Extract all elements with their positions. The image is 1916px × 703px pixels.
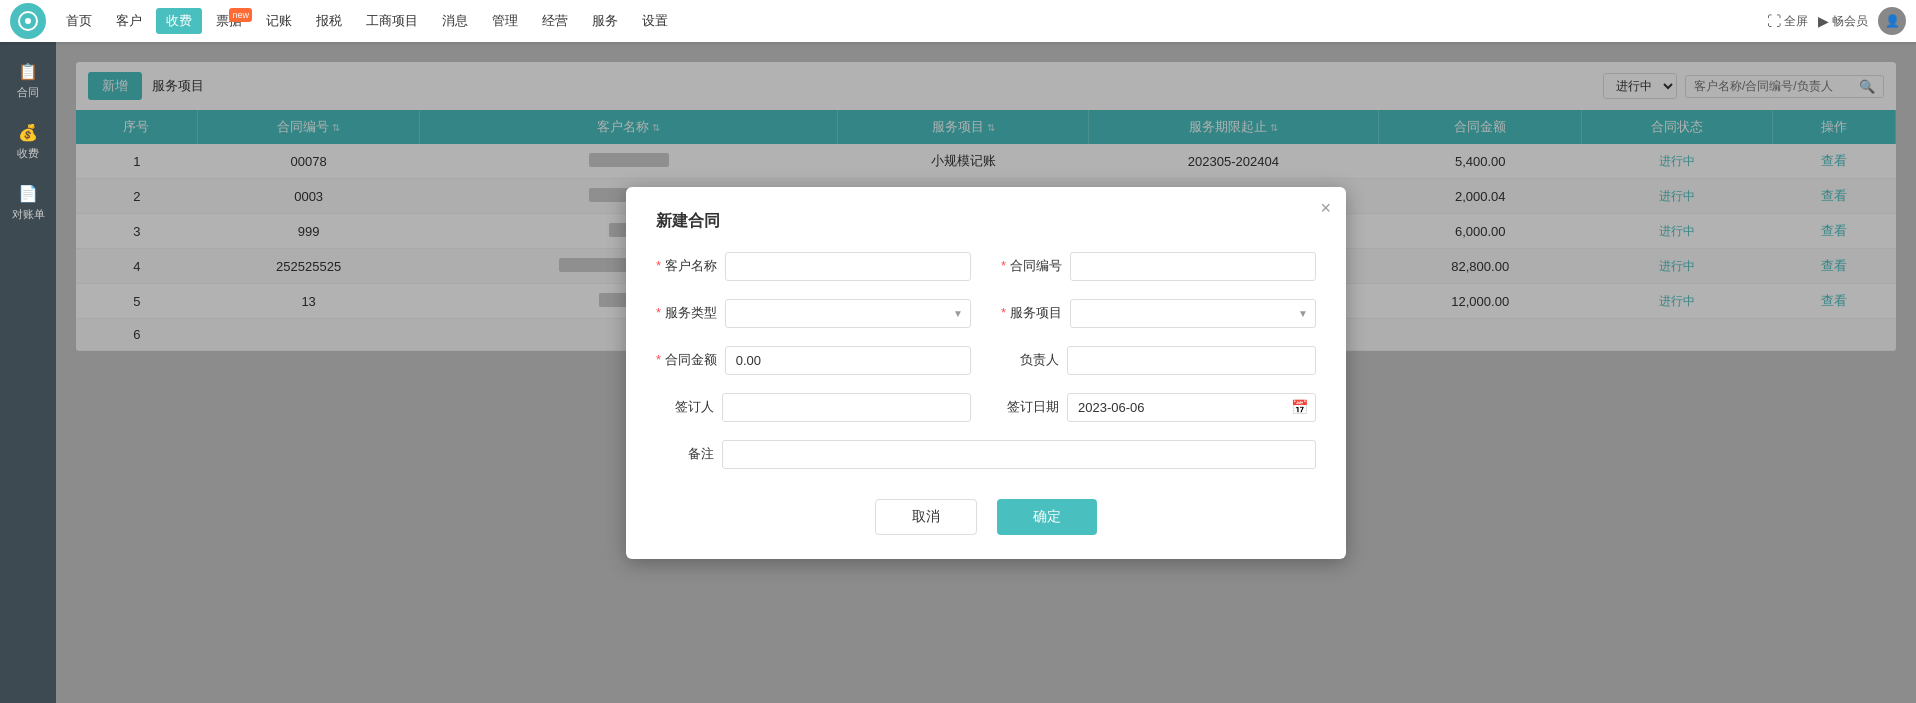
contract-icon: 📋 [17, 60, 39, 82]
main-layout: 📋 合同 💰 收费 📄 对账单 新增 服务项目 进行中 已完成 已终止 [0, 42, 1916, 703]
nav-fee[interactable]: 收费 [156, 8, 202, 34]
person-label: 负责人 [1001, 351, 1059, 369]
nav-message[interactable]: 消息 [432, 8, 478, 34]
sign-date-input[interactable] [1067, 393, 1316, 422]
modal-title: 新建合同 [656, 211, 1316, 232]
contract-no-input[interactable] [1070, 252, 1316, 281]
amount-input[interactable] [725, 346, 971, 375]
form-row-service-item: 服务项目 [1001, 299, 1316, 328]
customer-input[interactable] [725, 252, 971, 281]
service-item-label: 服务项目 [1001, 304, 1062, 322]
service-type-select[interactable] [725, 299, 971, 328]
nav-home[interactable]: 首页 [56, 8, 102, 34]
sidebar-label-fee: 收费 [17, 146, 39, 161]
contract-no-label: 合同编号 [1001, 257, 1062, 275]
nav-customer[interactable]: 客户 [106, 8, 152, 34]
fee-icon: 💰 [17, 121, 39, 143]
modal-close-button[interactable]: × [1320, 199, 1331, 217]
avatar[interactable]: 👤 [1878, 7, 1906, 35]
nav-industry[interactable]: 工商项目 [356, 8, 428, 34]
sidebar-item-fee[interactable]: 💰 收费 [0, 113, 56, 169]
nav-service[interactable]: 服务 [582, 8, 628, 34]
nav-settings[interactable]: 设置 [632, 8, 678, 34]
sidebar-label-contract: 合同 [17, 85, 39, 100]
form-row-notes: 备注 [656, 440, 1316, 469]
customer-label: 客户名称 [656, 257, 717, 275]
form-row-service-type: 服务类型 [656, 299, 971, 328]
form-row-signer: 签订人 [656, 393, 971, 422]
notes-input[interactable] [722, 440, 1316, 469]
signer-label: 签订人 [656, 398, 714, 416]
signer-input[interactable] [722, 393, 971, 422]
fullscreen-button[interactable]: ⛶ 全屏 [1767, 13, 1808, 30]
modal-footer: 取消 确定 [656, 499, 1316, 535]
sign-date-wrapper: 📅 [1067, 393, 1316, 422]
fullscreen-label: 全屏 [1784, 13, 1808, 30]
modal-new-contract: × 新建合同 客户名称 合同编号 服务类型 [626, 187, 1346, 559]
notes-label: 备注 [656, 445, 714, 463]
confirm-button[interactable]: 确定 [997, 499, 1097, 535]
modal-overlay: × 新建合同 客户名称 合同编号 服务类型 [56, 42, 1916, 703]
person-input[interactable] [1067, 346, 1316, 375]
new-badge: new [229, 8, 252, 22]
member-label: 畅会员 [1832, 13, 1868, 30]
nav-ticket[interactable]: 票据 new [206, 8, 252, 34]
sidebar: 📋 合同 💰 收费 📄 对账单 [0, 42, 56, 703]
form-grid: 客户名称 合同编号 服务类型 [656, 252, 1316, 469]
form-row-person: 负责人 [1001, 346, 1316, 375]
form-row-customer: 客户名称 [656, 252, 971, 281]
nav-items: 首页 客户 收费 票据 new 记账 报税 工商项目 消息 管理 经营 服务 设… [56, 8, 1767, 34]
sidebar-item-reconcile[interactable]: 📄 对账单 [0, 174, 56, 230]
sidebar-item-contract[interactable]: 📋 合同 [0, 52, 56, 108]
nav-operation[interactable]: 经营 [532, 8, 578, 34]
reconcile-icon: 📄 [17, 182, 39, 204]
sign-date-label: 签订日期 [1001, 398, 1059, 416]
app-logo [10, 3, 46, 39]
member-button[interactable]: ▶ 畅会员 [1818, 13, 1868, 30]
content-area: 新增 服务项目 进行中 已完成 已终止 全部 🔍 [56, 42, 1916, 703]
play-icon: ▶ [1818, 13, 1829, 29]
fullscreen-icon: ⛶ [1767, 13, 1781, 29]
nav-right: ⛶ 全屏 ▶ 畅会员 👤 [1767, 7, 1906, 35]
form-row-contract-no: 合同编号 [1001, 252, 1316, 281]
nav-manage[interactable]: 管理 [482, 8, 528, 34]
form-row-amount: 合同金额 [656, 346, 971, 375]
amount-label: 合同金额 [656, 351, 717, 369]
calendar-icon[interactable]: 📅 [1291, 399, 1308, 415]
service-type-select-wrapper [725, 299, 971, 328]
avatar-icon: 👤 [1885, 14, 1900, 28]
cancel-button[interactable]: 取消 [875, 499, 977, 535]
top-nav: 首页 客户 收费 票据 new 记账 报税 工商项目 消息 管理 经营 服务 设… [0, 0, 1916, 42]
form-row-sign-date: 签订日期 📅 [1001, 393, 1316, 422]
service-item-select[interactable] [1070, 299, 1316, 328]
nav-tax[interactable]: 报税 [306, 8, 352, 34]
sidebar-label-reconcile: 对账单 [12, 207, 45, 222]
service-type-label: 服务类型 [656, 304, 717, 322]
nav-bookkeep[interactable]: 记账 [256, 8, 302, 34]
service-item-select-wrapper [1070, 299, 1316, 328]
logo-icon [18, 11, 38, 31]
